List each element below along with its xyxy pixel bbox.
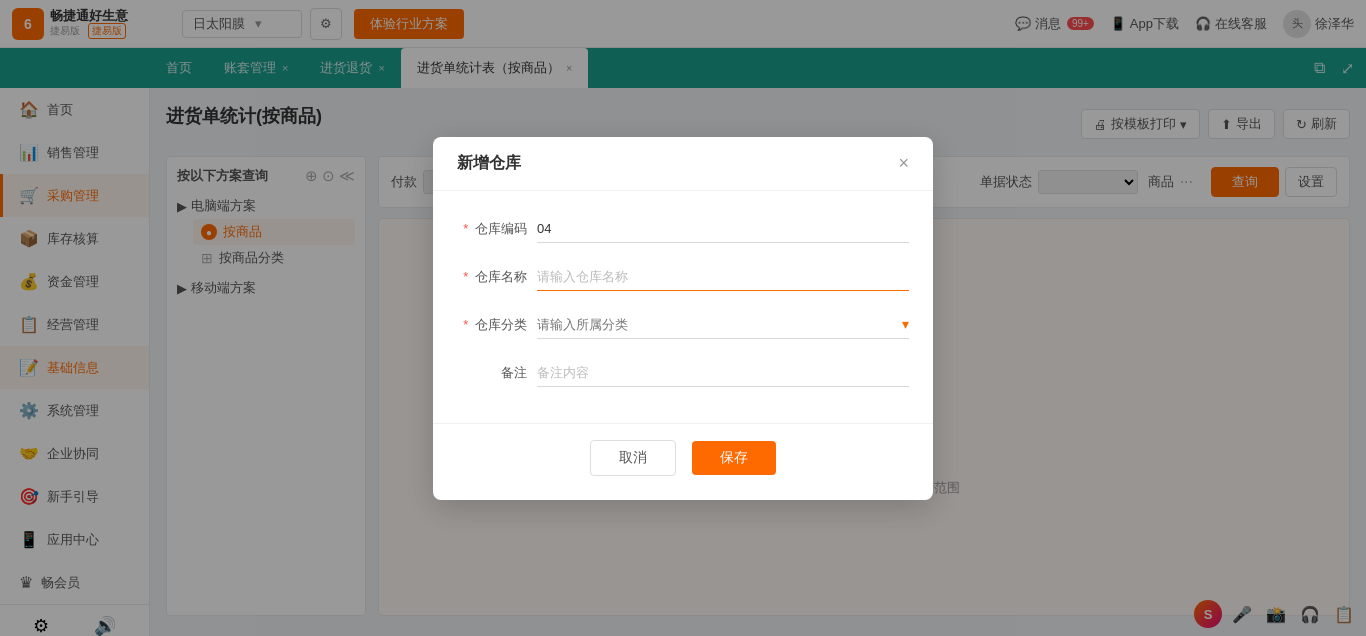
add-warehouse-modal: 新增仓库 × * 仓库编码 * 仓库名称 <box>433 137 933 500</box>
form-row-name: * 仓库名称 <box>457 263 909 291</box>
modal-overlay[interactable]: 新增仓库 × * 仓库编码 * 仓库名称 <box>0 0 1366 636</box>
modal-body: * 仓库编码 * 仓库名称 * 仓库分类 <box>433 191 933 423</box>
modal-header: 新增仓库 × <box>433 137 933 191</box>
name-label: * 仓库名称 <box>457 268 537 286</box>
modal-footer: 取消 保存 <box>433 423 933 500</box>
cancel-button[interactable]: 取消 <box>590 440 676 476</box>
form-row-note: 备注 <box>457 359 909 387</box>
name-required: * <box>463 269 468 284</box>
category-select-wrapper: ▾ <box>537 311 909 339</box>
category-label: * 仓库分类 <box>457 316 537 334</box>
save-button[interactable]: 保存 <box>692 441 776 475</box>
form-row-category: * 仓库分类 ▾ <box>457 311 909 339</box>
name-input[interactable] <box>537 263 909 291</box>
code-label: * 仓库编码 <box>457 220 537 238</box>
code-required: * <box>463 221 468 236</box>
note-label: 备注 <box>457 364 537 382</box>
form-row-code: * 仓库编码 <box>457 215 909 243</box>
note-input[interactable] <box>537 359 909 387</box>
modal-close-button[interactable]: × <box>898 153 909 174</box>
category-chevron-icon: ▾ <box>902 316 909 332</box>
category-required: * <box>463 317 468 332</box>
code-input[interactable] <box>537 215 909 243</box>
category-select-input[interactable] <box>537 311 902 338</box>
modal-title: 新增仓库 <box>457 153 521 174</box>
